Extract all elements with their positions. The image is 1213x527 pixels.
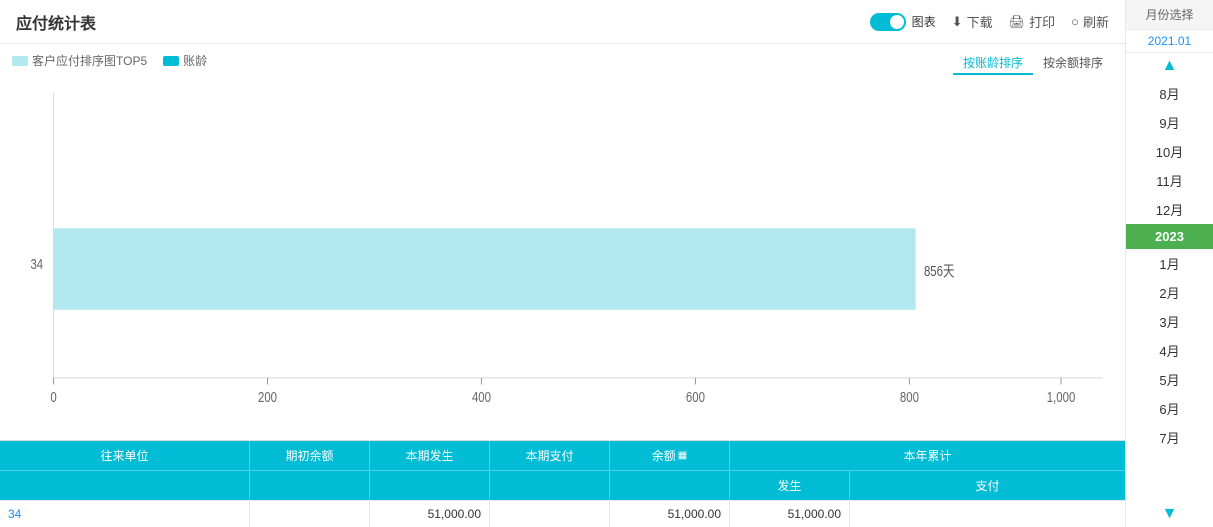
balance-icon: ▦	[678, 450, 687, 461]
toggle-knob	[890, 15, 904, 29]
cell-balance: 51,000.00	[610, 501, 730, 527]
legend-item-bar: 客户应付排序图TOP5	[12, 52, 147, 69]
col-current-pay-header: 本期支付	[490, 441, 610, 470]
col-period-balance-subheader	[250, 471, 370, 500]
table-header-row2: 发生 支付	[0, 470, 1125, 500]
month-sidebar: 月份选择 2021.01 ▲ 8月9月10月11月12月20231月2月3月4月…	[1125, 0, 1213, 527]
col-balance-subheader	[610, 471, 730, 500]
svg-text:856天: 856天	[924, 262, 954, 279]
sort-tabs: 按账龄排序 按余额排序	[953, 52, 1113, 75]
sidebar-month-item[interactable]: 8月	[1126, 79, 1213, 108]
sidebar-month-item[interactable]: 1月	[1126, 249, 1213, 278]
svg-text:200: 200	[258, 389, 277, 406]
header-actions: 图表 ⬇ 下载 🖨 打印 ○ 刷新	[870, 12, 1109, 31]
col-current-occur-header: 本期发生	[370, 441, 490, 470]
table-section: 往来单位 期初余额 本期发生 本期支付 余额 ▦ 本年累计 发生 支付	[0, 440, 1125, 527]
sidebar-month-item[interactable]: 10月	[1126, 137, 1213, 166]
col-current-occur-subheader	[370, 471, 490, 500]
sidebar-current-date[interactable]: 2021.01	[1126, 30, 1213, 53]
sidebar-month-item[interactable]: 3月	[1126, 307, 1213, 336]
sort-by-age-tab[interactable]: 按账龄排序	[953, 52, 1033, 75]
cell-period-balance	[250, 501, 370, 527]
col-ytd-header: 本年累计	[730, 441, 1125, 470]
col-balance-header: 余额 ▦	[610, 441, 730, 470]
sidebar-month-item[interactable]: 11月	[1126, 166, 1213, 195]
col-current-pay-subheader	[490, 471, 610, 500]
download-button[interactable]: ⬇ 下载	[952, 12, 993, 31]
sidebar-month-item[interactable]: 2月	[1126, 278, 1213, 307]
chart-toggle-group[interactable]: 图表	[870, 13, 936, 31]
col-ytd-pay-subheader: 支付	[850, 471, 1125, 500]
table-row: 34 51,000.00 51,000.00 51,000.00	[0, 500, 1125, 527]
cell-current-occur: 51,000.00	[370, 501, 490, 527]
chart-legend: 客户应付排序图TOP5 账龄	[12, 52, 207, 69]
svg-text:1,000: 1,000	[1047, 389, 1076, 406]
chart-area: 客户应付排序图TOP5 账龄 按账龄排序 按余额排序 34	[0, 44, 1125, 440]
col-unit-subheader	[0, 471, 250, 500]
legend-label-bar: 客户应付排序图TOP5	[32, 52, 147, 69]
refresh-icon: ○	[1071, 14, 1079, 29]
download-icon: ⬇	[952, 14, 963, 30]
sidebar-month-item[interactable]: 7月	[1126, 423, 1213, 452]
table-header-row1: 往来单位 期初余额 本期发生 本期支付 余额 ▦ 本年累计	[0, 441, 1125, 470]
col-period-balance-header: 期初余额	[250, 441, 370, 470]
sidebar-month-item[interactable]: 12月	[1126, 195, 1213, 224]
cell-current-pay	[490, 501, 610, 527]
page-header: 应付统计表 图表 ⬇ 下载 🖨 打印 ○ 刷新	[0, 0, 1125, 44]
legend-color-age	[163, 56, 179, 66]
sidebar-month-item[interactable]: 4月	[1126, 336, 1213, 365]
bar-chart-svg: 34 0 200 400 600	[12, 79, 1113, 432]
legend-color-bar	[12, 56, 28, 66]
scroll-up-button[interactable]: ▲	[1126, 53, 1213, 79]
cell-ytd-pay	[850, 501, 970, 527]
col-ytd-occur-subheader: 发生	[730, 471, 850, 500]
cell-unit: 34	[0, 501, 250, 527]
refresh-button[interactable]: ○ 刷新	[1071, 12, 1109, 31]
svg-text:800: 800	[900, 389, 919, 406]
month-list: 8月9月10月11月12月20231月2月3月4月5月6月7月	[1126, 79, 1213, 501]
page-title: 应付统计表	[16, 10, 96, 34]
print-button[interactable]: 🖨 打印	[1009, 12, 1056, 31]
col-unit-header: 往来单位	[0, 441, 250, 470]
chart-label: 图表	[912, 13, 936, 30]
cell-ytd-occur: 51,000.00	[730, 501, 850, 527]
scroll-down-button[interactable]: ▼	[1126, 501, 1213, 527]
legend-label-age: 账龄	[183, 52, 207, 69]
sort-by-balance-tab[interactable]: 按余额排序	[1033, 52, 1113, 75]
bar-chart-container: 34 0 200 400 600	[12, 79, 1113, 432]
chart-toggle-switch[interactable]	[870, 13, 906, 31]
sidebar-month-item[interactable]: 5月	[1126, 365, 1213, 394]
sidebar-month-item[interactable]: 9月	[1126, 108, 1213, 137]
bar-34	[54, 228, 916, 309]
unit-link[interactable]: 34	[8, 507, 21, 521]
print-icon: 🖨	[1009, 14, 1026, 30]
legend-item-age: 账龄	[163, 52, 207, 69]
sidebar-month-item[interactable]: 6月	[1126, 394, 1213, 423]
svg-text:0: 0	[50, 389, 56, 406]
svg-text:600: 600	[686, 389, 705, 406]
sidebar-month-item[interactable]: 2023	[1126, 224, 1213, 249]
svg-text:400: 400	[472, 389, 491, 406]
svg-text:34: 34	[30, 256, 43, 273]
sidebar-header: 月份选择	[1126, 0, 1213, 30]
